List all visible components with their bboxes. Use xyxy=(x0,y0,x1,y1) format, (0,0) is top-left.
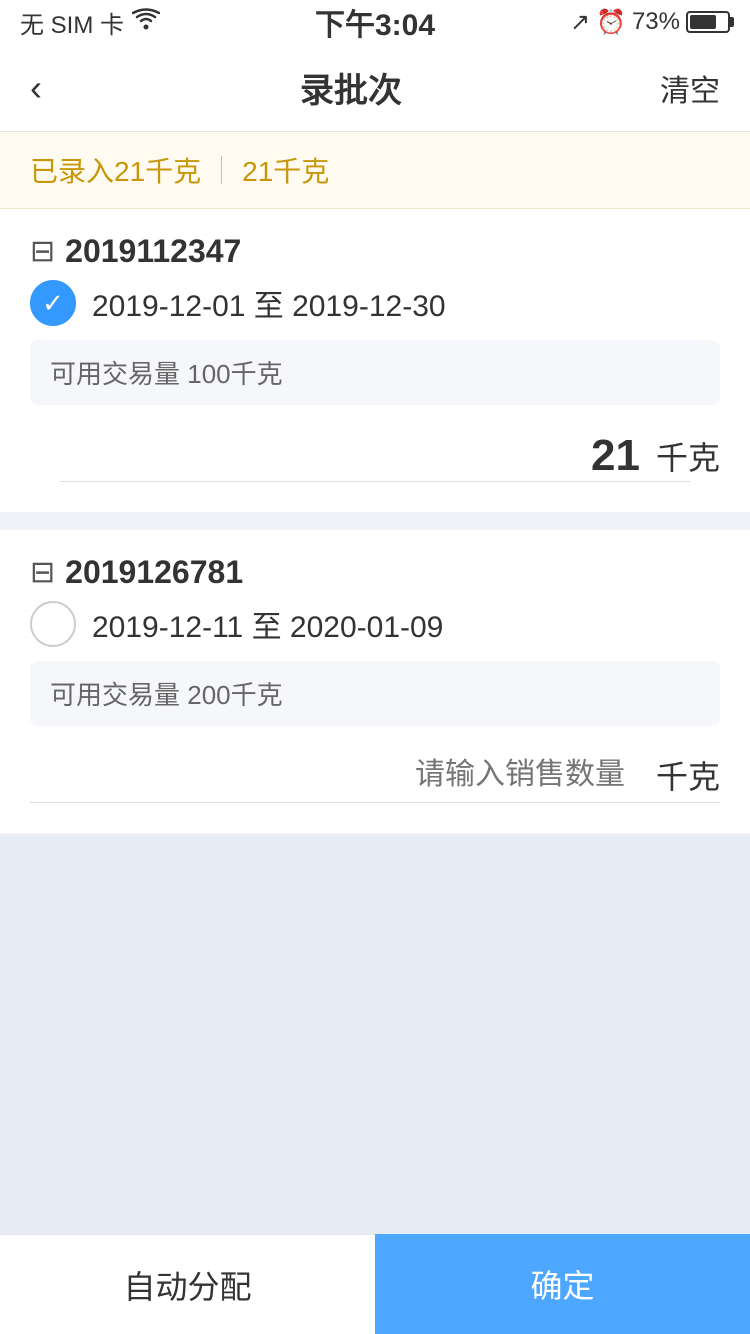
batch2-header: ⊟ 2019126781 xyxy=(30,554,720,591)
banner-amount: 21千克 xyxy=(242,150,329,190)
auto-distribute-label: 自动分配 xyxy=(123,1262,251,1308)
batch2-date-range: 2019-12-11 至 2020-01-09 xyxy=(92,602,443,646)
batch1-id: 2019112347 xyxy=(65,233,241,270)
batch1-check-icon: ✓ xyxy=(42,288,64,319)
batch2-qty-unit: 千克 xyxy=(656,752,720,798)
info-banner: 已录入21千克 21千克 xyxy=(0,132,750,209)
batch2-input-underline xyxy=(30,802,720,803)
batch2-avail-label: 可用交易量 xyxy=(50,680,180,710)
footer: 自动分配 确定 xyxy=(0,1234,750,1334)
batch2-avail: 可用交易量 200千克 xyxy=(30,661,720,726)
status-left: 无 SIM 卡 xyxy=(20,5,160,40)
batch1-separator xyxy=(60,481,690,482)
carrier-text: 无 SIM 卡 xyxy=(20,5,124,40)
confirm-label: 确定 xyxy=(530,1261,594,1307)
status-bar: 无 SIM 卡 下午3:04 ↗ ⏰ 73% xyxy=(0,0,750,44)
auto-distribute-button[interactable]: 自动分配 xyxy=(0,1234,375,1334)
batch1-avail-value: 100千克 xyxy=(187,359,282,389)
batch1-avail: 可用交易量 100千克 xyxy=(30,340,720,405)
recorded-label: 已录入21千克 xyxy=(30,150,201,190)
bottom-area xyxy=(0,835,750,1255)
batch1-date-range: 2019-12-01 至 2019-12-30 xyxy=(92,281,446,325)
batch1-avail-label: 可用交易量 xyxy=(50,359,180,389)
batch2-qty-input-row: 千克 xyxy=(30,742,720,798)
batch-card-2: ⊟ 2019126781 ✓ 2019-12-11 至 2020-01-09 可… xyxy=(0,530,750,833)
wifi-icon xyxy=(132,8,160,37)
batch1-icon: ⊟ xyxy=(30,234,55,269)
battery-icon xyxy=(686,11,730,33)
status-time: 下午3:04 xyxy=(315,0,435,44)
location-icon: ↗ xyxy=(570,8,590,37)
nav-bar: ‹ 录批次 清空 xyxy=(0,44,750,132)
page-title: 录批次 xyxy=(300,63,402,112)
batch1-qty-row: 21 千克 xyxy=(30,421,720,481)
batch1-header: ⊟ 2019112347 xyxy=(30,233,720,270)
batch2-date-row: ✓ 2019-12-11 至 2020-01-09 xyxy=(30,601,720,647)
batch2-qty-input[interactable] xyxy=(360,758,640,792)
batch2-icon: ⊟ xyxy=(30,555,55,590)
confirm-button[interactable]: 确定 xyxy=(375,1234,750,1334)
clear-button[interactable]: 清空 xyxy=(660,66,720,110)
batch1-qty-value: 21 xyxy=(560,431,640,481)
batch1-radio[interactable]: ✓ xyxy=(30,280,76,326)
batch1-qty-unit: 千克 xyxy=(656,433,720,479)
batch-card-1: ⊟ 2019112347 ✓ 2019-12-01 至 2019-12-30 可… xyxy=(0,209,750,512)
battery-percent: 73% xyxy=(632,8,680,36)
card-gap xyxy=(0,514,750,530)
batch2-id: 2019126781 xyxy=(65,554,243,591)
batch2-radio[interactable]: ✓ xyxy=(30,601,76,647)
banner-divider xyxy=(221,156,222,184)
back-button[interactable]: ‹ xyxy=(30,67,42,109)
alarm-icon: ⏰ xyxy=(596,8,626,37)
batch1-date-row: ✓ 2019-12-01 至 2019-12-30 xyxy=(30,280,720,326)
batch2-avail-value: 200千克 xyxy=(187,680,282,710)
status-right: ↗ ⏰ 73% xyxy=(570,8,730,37)
